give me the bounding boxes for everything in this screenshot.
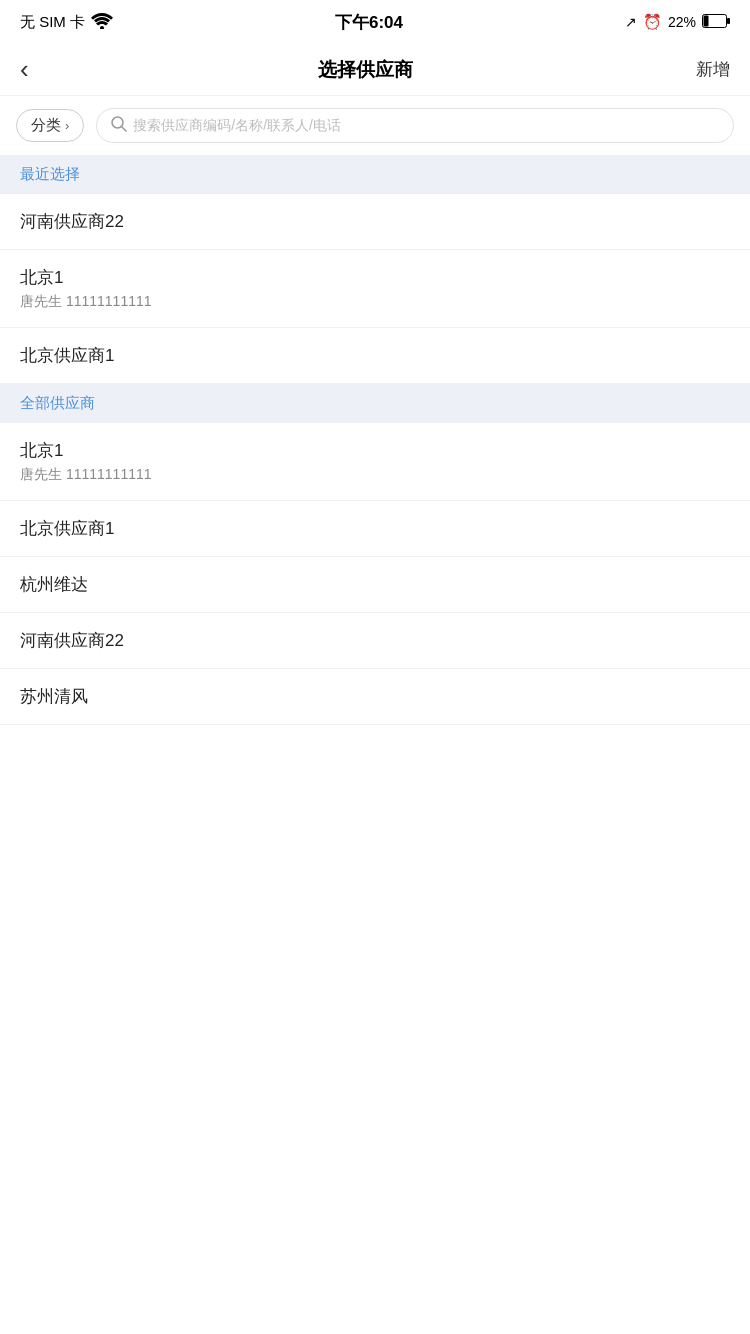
item-name: 北京1	[20, 439, 730, 462]
all-section-header: 全部供应商	[0, 384, 750, 423]
alarm-icon: ⏰	[643, 13, 662, 31]
item-name: 河南供应商22	[20, 629, 730, 652]
sim-label: 无 SIM 卡	[20, 13, 85, 32]
recent-section-label: 最近选择	[20, 165, 80, 182]
svg-rect-3	[703, 15, 708, 26]
all-list-item[interactable]: 北京供应商1	[0, 501, 750, 557]
location-icon: ↗	[625, 14, 637, 30]
recent-list: 河南供应商22 北京1 唐先生 11111111111 北京供应商1	[0, 194, 750, 384]
nav-bar: ‹ 选择供应商 新增	[0, 44, 750, 96]
wifi-icon	[91, 13, 113, 32]
item-sub: 唐先生 11111111111	[20, 293, 730, 311]
recent-section-header: 最近选择	[0, 155, 750, 194]
recent-list-item[interactable]: 北京1 唐先生 11111111111	[0, 250, 750, 328]
item-name: 北京1	[20, 266, 730, 289]
status-bar: 无 SIM 卡 下午6:04 ↗ ⏰ 22%	[0, 0, 750, 44]
status-right: ↗ ⏰ 22%	[625, 13, 730, 31]
category-button[interactable]: 分类 ›	[16, 109, 84, 142]
svg-point-0	[100, 26, 104, 29]
add-button[interactable]: 新增	[670, 58, 730, 81]
recent-list-item[interactable]: 北京供应商1	[0, 328, 750, 384]
chevron-icon: ›	[65, 118, 69, 133]
all-list: 北京1 唐先生 11111111111 北京供应商1 杭州维达河南供应商22 苏州清风	[0, 423, 750, 725]
time-display: 下午6:04	[335, 11, 403, 34]
battery-label: 22%	[668, 14, 696, 30]
item-name: 北京供应商1	[20, 517, 730, 540]
search-box[interactable]: 搜索供应商编码/名称/联系人/电话	[96, 108, 734, 143]
status-left: 无 SIM 卡	[20, 13, 113, 32]
battery-icon	[702, 14, 730, 31]
page-title: 选择供应商	[318, 57, 413, 83]
category-label: 分类	[31, 116, 61, 135]
svg-line-5	[122, 127, 126, 131]
item-name: 杭州维达	[20, 573, 730, 596]
item-name: 河南供应商22	[20, 210, 730, 233]
item-sub: 唐先生 11111111111	[20, 466, 730, 484]
search-icon	[111, 116, 127, 135]
item-name: 北京供应商1	[20, 344, 730, 367]
all-list-item[interactable]: 杭州维达	[0, 557, 750, 613]
search-placeholder: 搜索供应商编码/名称/联系人/电话	[133, 117, 341, 135]
all-list-item[interactable]: 苏州清风	[0, 669, 750, 725]
recent-list-item[interactable]: 河南供应商22	[0, 194, 750, 250]
filter-bar: 分类 › 搜索供应商编码/名称/联系人/电话	[0, 96, 750, 155]
all-section-label: 全部供应商	[20, 394, 95, 411]
all-list-item[interactable]: 河南供应商22	[0, 613, 750, 669]
svg-rect-2	[727, 18, 730, 24]
item-name: 苏州清风	[20, 685, 730, 708]
all-list-item[interactable]: 北京1 唐先生 11111111111	[0, 423, 750, 501]
back-button[interactable]: ‹	[20, 54, 60, 85]
